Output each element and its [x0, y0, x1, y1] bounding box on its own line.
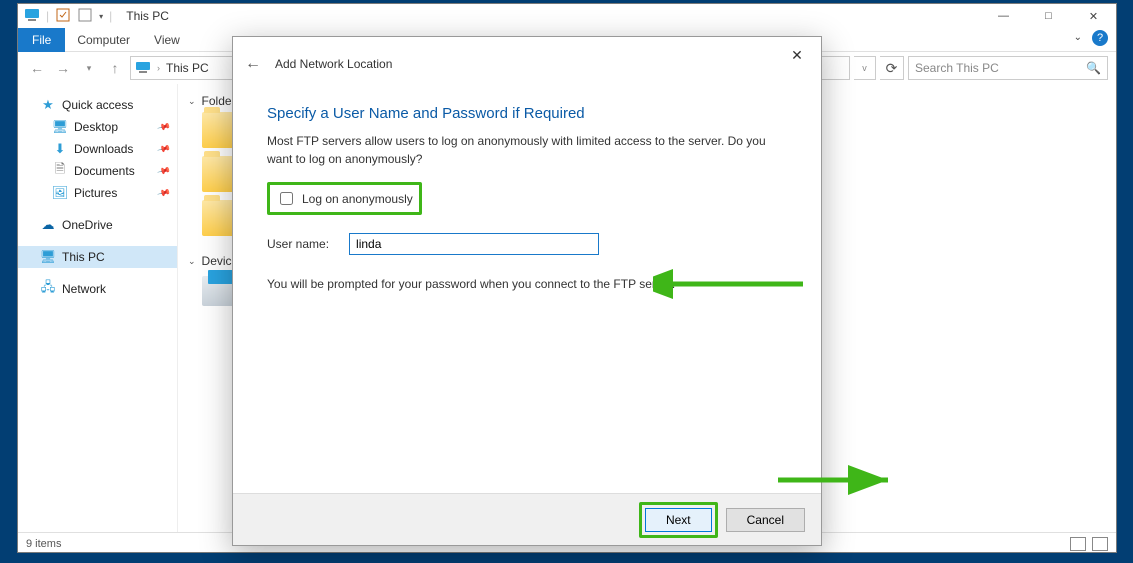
add-network-location-wizard: ← Add Network Location ✕ Specify a User … [232, 36, 822, 546]
close-window-button[interactable]: ✕ [1071, 4, 1116, 28]
nav-forward-button[interactable]: → [52, 57, 74, 79]
star-icon: ★ [40, 97, 56, 113]
wizard-heading: Specify a User Name and Password if Requ… [267, 91, 787, 132]
wizard-header: ← Add Network Location ✕ [233, 37, 821, 91]
log-on-anonymously-checkbox[interactable] [280, 192, 293, 205]
sidebar-item-network[interactable]: 🖧 Network [18, 278, 177, 300]
view-details-icon[interactable] [1070, 537, 1086, 551]
search-input[interactable]: Search This PC 🔍 [908, 56, 1108, 80]
maximize-button[interactable]: □ [1026, 4, 1071, 28]
desktop-icon: 🖥 [52, 119, 68, 135]
sidebar-item-this-pc[interactable]: 🖥 This PC [18, 246, 177, 268]
wizard-body: Specify a User Name and Password if Requ… [233, 91, 821, 493]
properties-icon[interactable] [55, 7, 71, 26]
tab-view[interactable]: View [142, 29, 192, 51]
documents-icon: 🗎 [52, 163, 68, 179]
wizard-title: Add Network Location [275, 57, 392, 71]
wizard-close-button[interactable]: ✕ [777, 41, 817, 69]
qat-icon[interactable] [77, 7, 93, 26]
titlebar: | ▾ | This PC — □ ✕ [18, 4, 1116, 28]
network-icon: 🖧 [40, 281, 56, 297]
navigation-pane: ★ Quick access 🖥 Desktop 📌 ⬇ Downloads 📌… [18, 84, 178, 532]
sidebar-item-quick-access[interactable]: ★ Quick access [18, 94, 177, 116]
item-count: 9 items [26, 538, 61, 550]
sidebar-item-label: Pictures [74, 186, 117, 200]
this-pc-icon [24, 7, 40, 26]
nav-back-button[interactable]: ← [26, 57, 48, 79]
this-pc-icon [135, 59, 151, 78]
username-input[interactable] [349, 233, 599, 255]
username-row: User name: [267, 215, 787, 265]
window-title: This PC [118, 9, 169, 23]
pictures-icon: 🖼 [52, 185, 68, 201]
minimize-button[interactable]: — [981, 4, 1026, 28]
sidebar-item-pictures[interactable]: 🖼 Pictures 📌 [18, 182, 177, 204]
search-placeholder: Search This PC [915, 61, 999, 75]
chevron-down-icon: ⌄ [188, 96, 196, 107]
tab-file[interactable]: File [18, 28, 65, 52]
sidebar-item-label: Network [62, 282, 106, 296]
nav-history-dropdown[interactable]: ▾ [78, 57, 100, 79]
onedrive-icon: ☁ [40, 217, 56, 233]
search-icon: 🔍 [1086, 61, 1101, 75]
wizard-footer: Next Cancel [233, 493, 821, 545]
this-pc-icon: 🖥 [40, 249, 56, 265]
view-large-icon[interactable] [1092, 537, 1108, 551]
sidebar-item-desktop[interactable]: 🖥 Desktop 📌 [18, 116, 177, 138]
download-icon: ⬇ [52, 141, 68, 157]
qat-sep: | [46, 9, 49, 23]
nav-up-button[interactable]: ↑ [104, 57, 126, 79]
tab-computer[interactable]: Computer [65, 29, 142, 51]
log-on-anonymously-label: Log on anonymously [302, 192, 413, 206]
log-on-anonymously-row[interactable]: Log on anonymously [267, 182, 422, 215]
help-icon[interactable]: ? [1092, 30, 1108, 46]
qat-dropdown-icon[interactable]: ▾ [99, 12, 103, 21]
next-button-highlight: Next [639, 502, 718, 538]
sidebar-item-downloads[interactable]: ⬇ Downloads 📌 [18, 138, 177, 160]
sidebar-item-label: Desktop [74, 120, 118, 134]
pin-icon: 📌 [156, 119, 171, 134]
chevron-down-icon: ⌄ [188, 256, 196, 267]
sidebar-item-label: OneDrive [62, 218, 113, 232]
sidebar-item-label: Quick access [62, 98, 133, 112]
sidebar-item-label: Documents [74, 164, 135, 178]
address-segment[interactable]: This PC [166, 61, 209, 75]
wizard-note: You will be prompted for your password w… [267, 265, 787, 307]
wizard-description: Most FTP servers allow users to log on a… [267, 132, 787, 182]
pin-icon: 📌 [156, 163, 171, 178]
chevron-right-icon[interactable]: › [155, 63, 162, 73]
wizard-back-button[interactable]: ← [245, 55, 261, 73]
pin-icon: 📌 [156, 141, 171, 156]
sidebar-item-documents[interactable]: 🗎 Documents 📌 [18, 160, 177, 182]
ribbon-expand-icon[interactable]: ⌄ [1074, 32, 1082, 43]
sidebar-item-label: Downloads [74, 142, 133, 156]
refresh-button[interactable]: ⟳ [880, 56, 904, 80]
sidebar-item-onedrive[interactable]: ☁ OneDrive [18, 214, 177, 236]
username-label: User name: [267, 237, 329, 251]
cancel-button[interactable]: Cancel [726, 508, 805, 532]
sidebar-item-label: This PC [62, 250, 105, 264]
address-dropdown-button[interactable]: v [854, 56, 876, 80]
qat-sep2: | [109, 9, 112, 23]
pin-icon: 📌 [156, 185, 171, 200]
next-button[interactable]: Next [645, 508, 712, 532]
